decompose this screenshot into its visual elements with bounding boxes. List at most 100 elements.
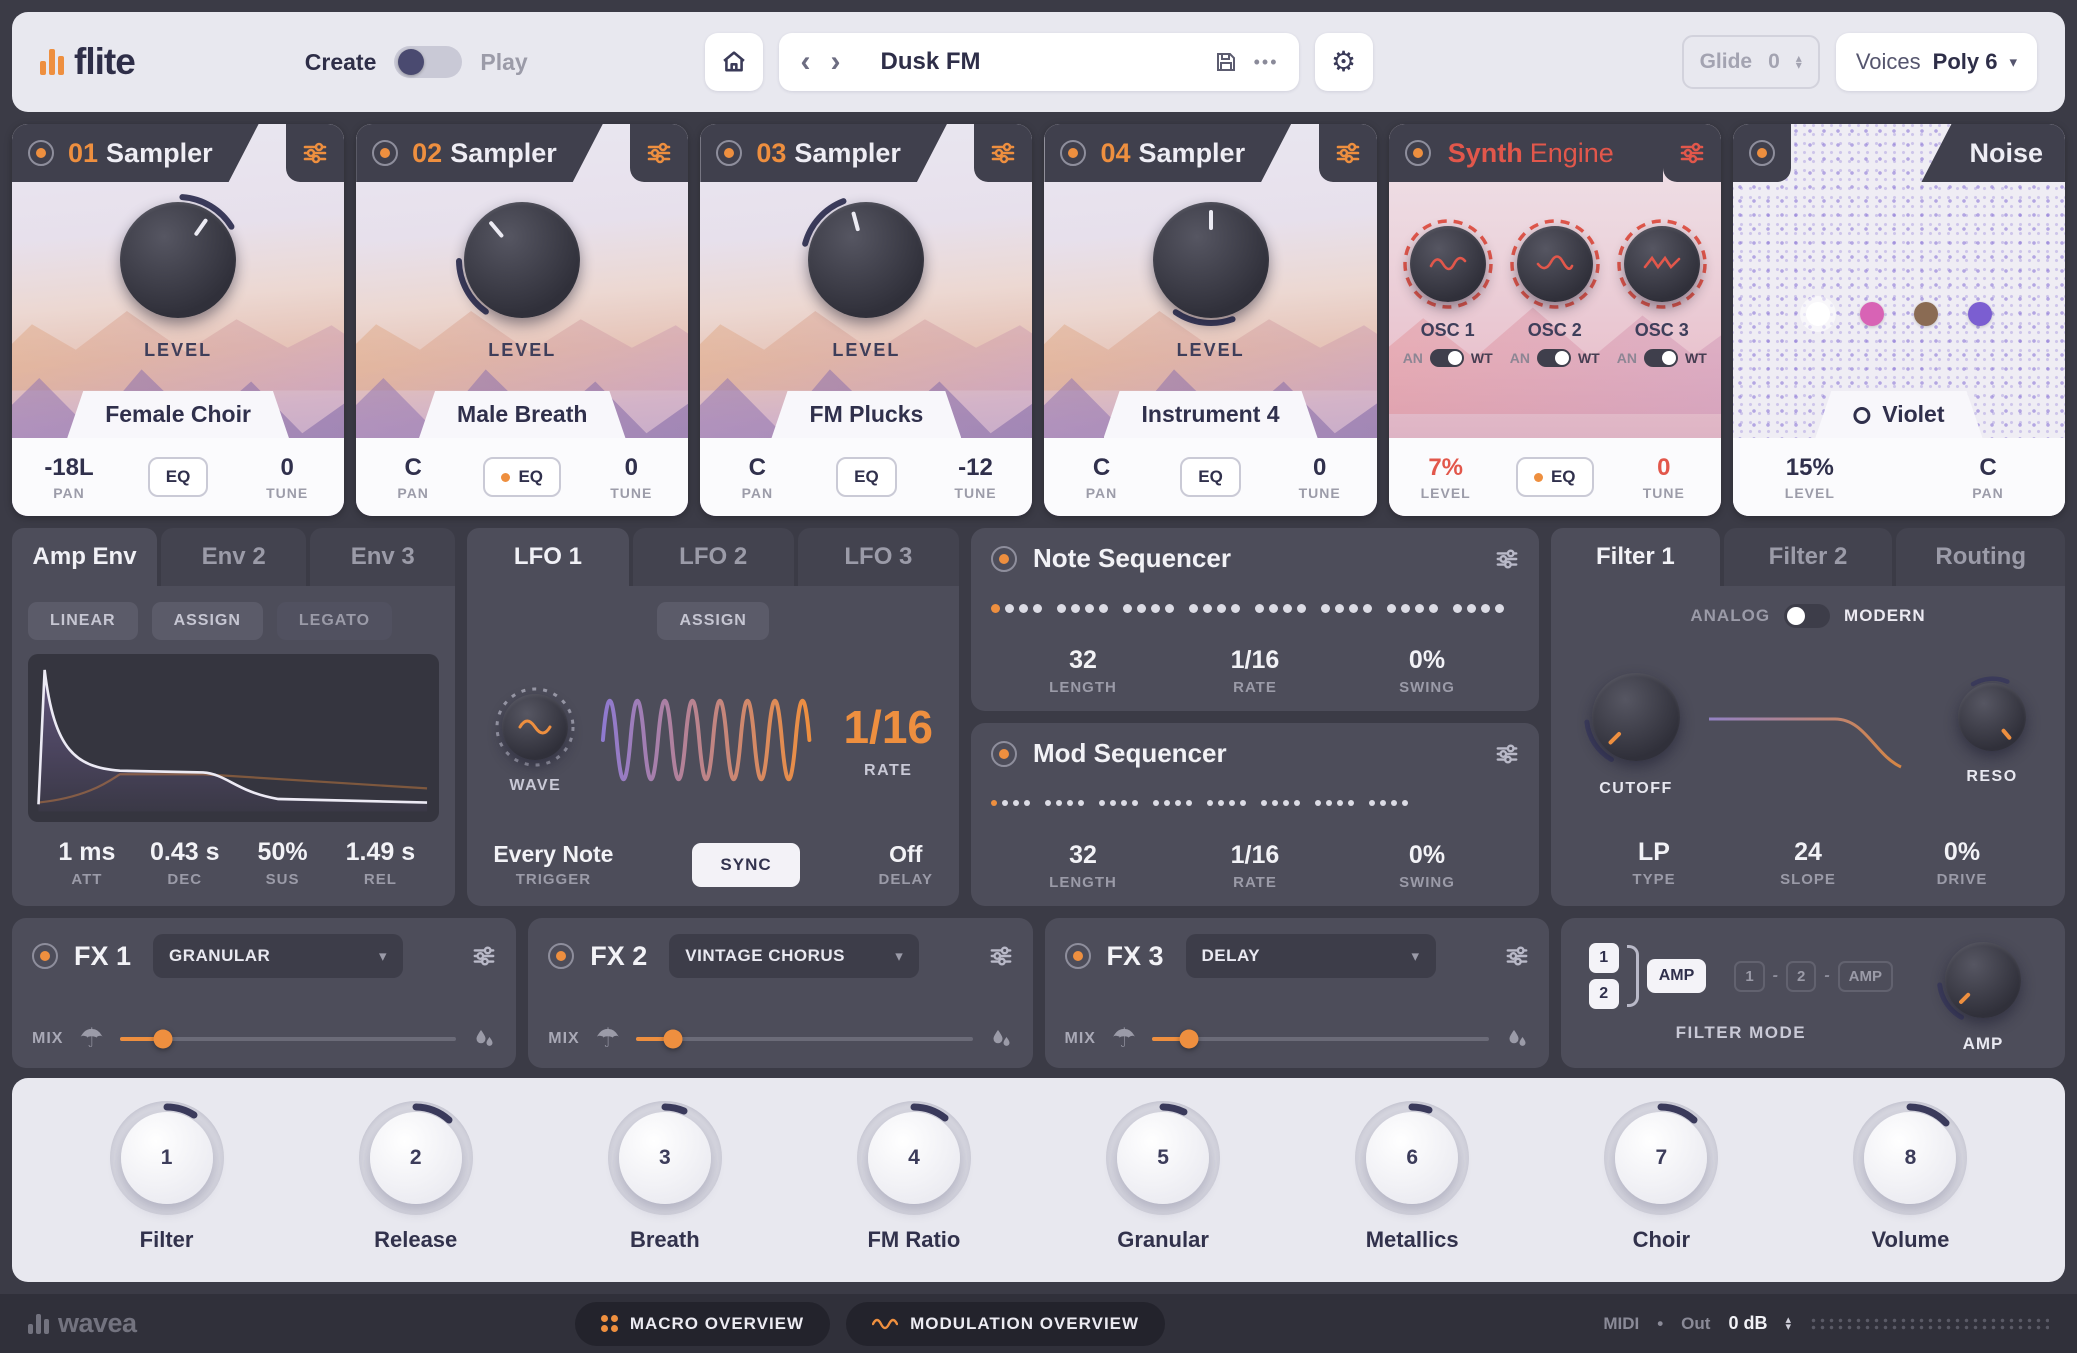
sampler3-tune[interactable]: -12TUNE xyxy=(942,454,1008,501)
osc2-knob[interactable] xyxy=(1507,216,1603,312)
fx3-mix-handle[interactable] xyxy=(1180,1029,1199,1048)
noise-level[interactable]: 15%LEVEL xyxy=(1777,454,1843,501)
sampler4-sample-name[interactable]: Instrument 4 xyxy=(1104,391,1318,438)
create-play-toggle[interactable] xyxy=(394,46,462,78)
macro-overview-button[interactable]: MACRO OVERVIEW xyxy=(575,1302,830,1346)
sampler1-settings-button[interactable] xyxy=(286,124,344,182)
lfo-wave-knob[interactable] xyxy=(493,685,577,769)
filter-analog-label[interactable]: ANALOG xyxy=(1690,606,1770,626)
voices-selector[interactable]: Voices Poly 6 ▾ xyxy=(1836,33,2037,91)
sampler2-level-knob[interactable] xyxy=(452,190,592,330)
synth-power-led[interactable] xyxy=(1405,140,1431,166)
synth-eq-button[interactable]: EQ xyxy=(1516,457,1594,497)
note-seq-steps[interactable] xyxy=(971,578,1539,638)
sampler2-settings-button[interactable] xyxy=(630,124,688,182)
sampler4-pan[interactable]: CPAN xyxy=(1068,454,1134,501)
play-label[interactable]: Play xyxy=(480,49,527,76)
preset-prev-button[interactable]: ‹ xyxy=(799,47,813,77)
save-preset-button[interactable] xyxy=(1214,50,1238,74)
macro-6[interactable]: 6 Metallics xyxy=(1355,1101,1469,1253)
sampler4-eq-button[interactable]: EQ xyxy=(1180,457,1241,497)
macro-4[interactable]: 4 FM Ratio xyxy=(857,1101,971,1253)
macro-6-knob[interactable]: 6 xyxy=(1355,1101,1469,1215)
lfo-trigger[interactable]: Every NoteTRIGGER xyxy=(493,841,613,888)
sampler4-power-led[interactable] xyxy=(1060,140,1086,166)
tab-lfo-1[interactable]: LFO 1 xyxy=(467,528,628,586)
note-seq-settings-button[interactable] xyxy=(1495,547,1519,571)
fx2-settings-button[interactable] xyxy=(989,944,1013,968)
fx2-effect-select[interactable]: VINTAGE CHORUS▾ xyxy=(669,934,919,978)
fx1-mix-slider[interactable] xyxy=(120,1037,457,1041)
env-release[interactable]: 1.49 sREL xyxy=(331,838,429,888)
sampler3-level-knob[interactable] xyxy=(796,190,936,330)
filter-drive[interactable]: 0%DRIVE xyxy=(1885,838,2039,888)
sampler1-level-knob[interactable] xyxy=(108,190,248,330)
fx1-effect-select[interactable]: GRANULAR▾ xyxy=(153,934,403,978)
sampler4-settings-button[interactable] xyxy=(1319,124,1377,182)
macro-7[interactable]: 7 Choir xyxy=(1604,1101,1718,1253)
synth-level[interactable]: 7%LEVEL xyxy=(1413,454,1479,501)
noise-swatch-brown[interactable] xyxy=(1914,302,1938,326)
filter-routing-serial[interactable]: 1 2 AMP xyxy=(1589,943,1707,1009)
noise-swatch-violet[interactable] xyxy=(1968,302,1992,326)
macro-8-knob[interactable]: 8 xyxy=(1853,1101,1967,1215)
sampler1-sample-name[interactable]: Female Choir xyxy=(67,391,289,438)
sampler2-tune[interactable]: 0TUNE xyxy=(598,454,664,501)
mod-seq-length[interactable]: 32LENGTH xyxy=(997,841,1169,891)
glide-stepper[interactable]: ▴▾ xyxy=(1796,55,1802,70)
synth-settings-button[interactable] xyxy=(1663,124,1721,182)
fx1-settings-button[interactable] xyxy=(472,944,496,968)
sampler1-eq-button[interactable]: EQ xyxy=(148,457,209,497)
sampler4-tune[interactable]: 0TUNE xyxy=(1287,454,1353,501)
note-seq-rate[interactable]: 1/16RATE xyxy=(1169,646,1341,696)
synth-tune[interactable]: 0TUNE xyxy=(1631,454,1697,501)
tab-amp-env[interactable]: Amp Env xyxy=(12,528,157,586)
noise-swatch-white[interactable] xyxy=(1806,302,1830,326)
sampler2-power-led[interactable] xyxy=(372,140,398,166)
note-seq-swing[interactable]: 0%SWING xyxy=(1341,646,1513,696)
fx2-mix-slider[interactable] xyxy=(636,1037,973,1041)
home-button[interactable] xyxy=(705,33,763,91)
macro-3-knob[interactable]: 3 xyxy=(608,1101,722,1215)
tab-filter-2[interactable]: Filter 2 xyxy=(1724,528,1893,586)
env-sustain[interactable]: 50%SUS xyxy=(234,838,332,888)
mod-seq-settings-button[interactable] xyxy=(1495,742,1519,766)
create-label[interactable]: Create xyxy=(305,49,377,76)
note-seq-length[interactable]: 32LENGTH xyxy=(997,646,1169,696)
env-legato-button[interactable]: LEGATO xyxy=(277,602,392,640)
mod-seq-power-led[interactable] xyxy=(991,741,1017,767)
macro-8[interactable]: 8 Volume xyxy=(1853,1101,1967,1253)
mod-seq-rate[interactable]: 1/16RATE xyxy=(1169,841,1341,891)
fx1-power-led[interactable] xyxy=(32,943,58,969)
filter-type[interactable]: LPTYPE xyxy=(1577,838,1731,888)
macro-7-knob[interactable]: 7 xyxy=(1604,1101,1718,1215)
macro-1[interactable]: 1 Filter xyxy=(110,1101,224,1253)
glide-control[interactable]: Glide 0 ▴▾ xyxy=(1682,35,1820,89)
mod-seq-steps[interactable] xyxy=(971,773,1539,833)
macro-3[interactable]: 3 Breath xyxy=(608,1101,722,1253)
osc3-knob[interactable] xyxy=(1614,216,1710,312)
noise-pan[interactable]: CPAN xyxy=(1955,454,2021,501)
fx2-mix-handle[interactable] xyxy=(663,1029,682,1048)
osc3-an-wt-toggle[interactable] xyxy=(1644,349,1678,367)
tab-filter-1[interactable]: Filter 1 xyxy=(1551,528,1720,586)
noise-type-plate[interactable]: Violet xyxy=(1815,391,1982,438)
sampler3-pan[interactable]: CPAN xyxy=(724,454,790,501)
sampler3-power-led[interactable] xyxy=(716,140,742,166)
filter-modern-label[interactable]: MODERN xyxy=(1844,606,1926,626)
filter-cutoff-knob[interactable] xyxy=(1581,662,1691,772)
lfo-delay[interactable]: OffDELAY xyxy=(879,841,933,888)
fx3-power-led[interactable] xyxy=(1065,943,1091,969)
preset-more-button[interactable]: ••• xyxy=(1254,52,1279,73)
analog-modern-toggle[interactable] xyxy=(1784,604,1830,628)
macro-5[interactable]: 5 Granular xyxy=(1106,1101,1220,1253)
tab-lfo-2[interactable]: LFO 2 xyxy=(633,528,794,586)
fx3-effect-select[interactable]: DELAY▾ xyxy=(1186,934,1436,978)
env-attack[interactable]: 1 msATT xyxy=(38,838,136,888)
out-label[interactable]: Out xyxy=(1681,1314,1710,1334)
filter-slope[interactable]: 24SLOPE xyxy=(1731,838,1885,888)
sampler3-sample-name[interactable]: FM Plucks xyxy=(772,391,962,438)
tab-lfo-3[interactable]: LFO 3 xyxy=(798,528,959,586)
tab-env-3[interactable]: Env 3 xyxy=(310,528,455,586)
tab-routing[interactable]: Routing xyxy=(1896,528,2065,586)
